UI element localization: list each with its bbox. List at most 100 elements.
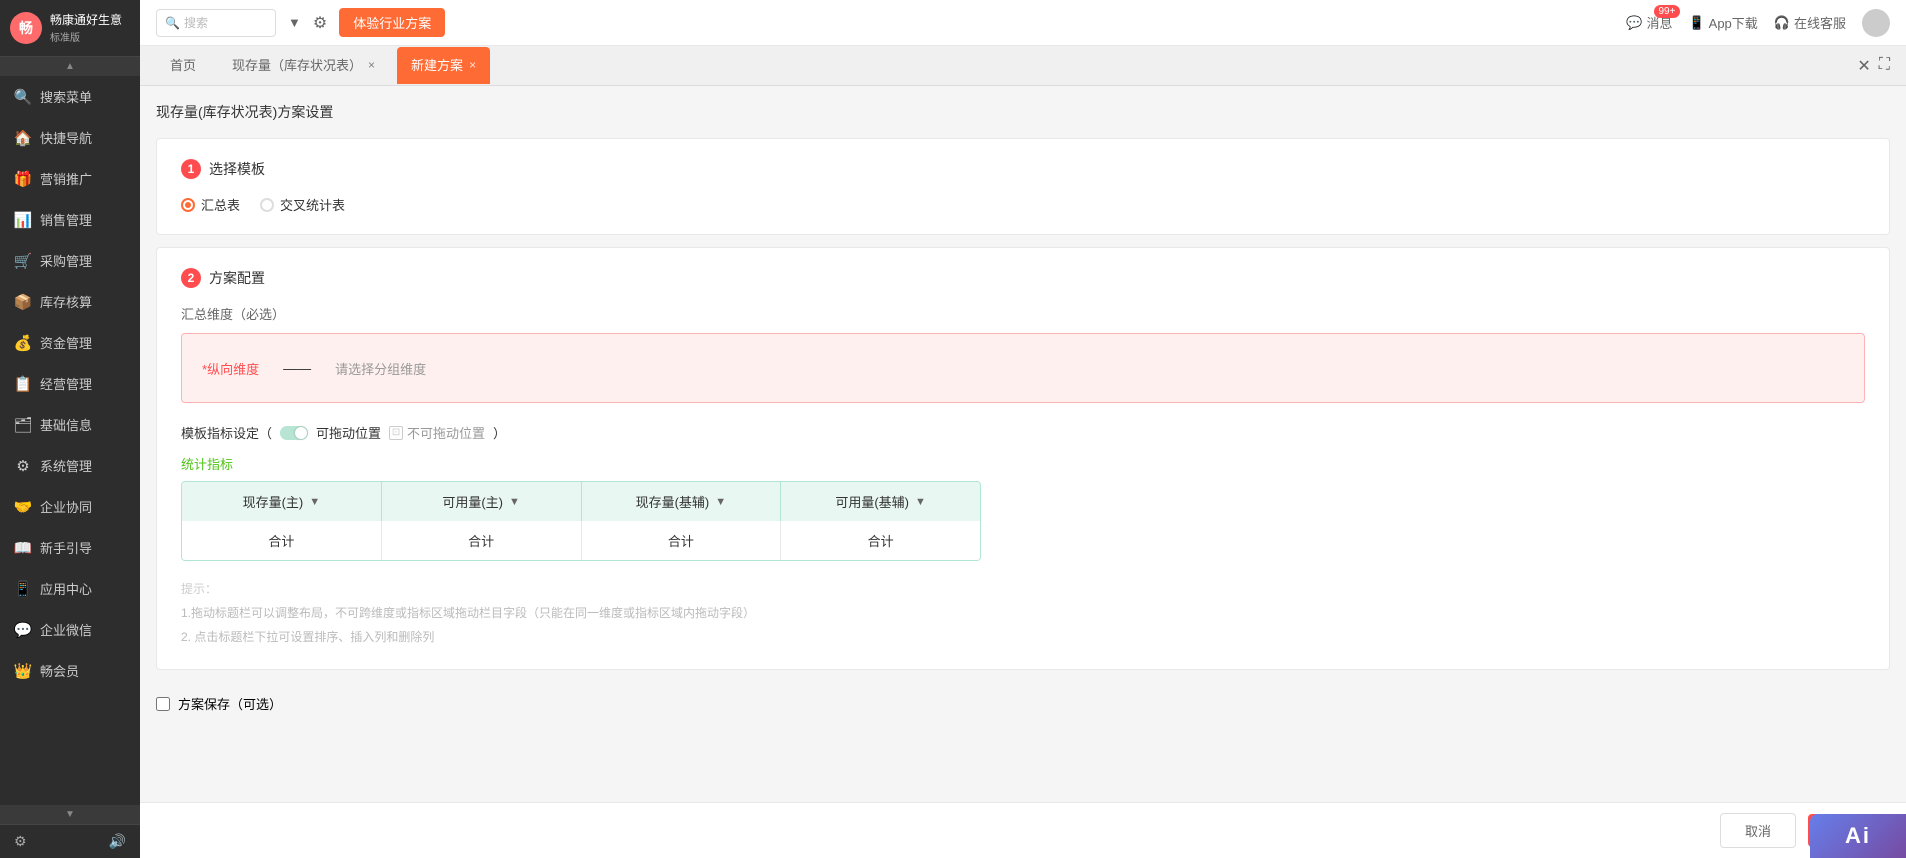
sidebar-item-operations[interactable]: 📋 经营管理 bbox=[0, 363, 140, 404]
sidebar-item-label: 企业协同 bbox=[40, 497, 92, 516]
ai-badge: Ai bbox=[1810, 814, 1906, 858]
dim-placeholder[interactable]: 请选择分组维度 bbox=[335, 359, 426, 378]
vertical-dim-label: 纵向维度 bbox=[207, 362, 259, 377]
avatar bbox=[1862, 9, 1890, 37]
stats-table: 现存量(主) ▼ 可用量(主) ▼ 现存量(基辅) ▼ 可用量(基辅) bbox=[181, 481, 981, 561]
step1-num: 1 bbox=[181, 159, 201, 179]
tab-inventory-close-icon[interactable]: × bbox=[368, 58, 375, 72]
radio-summary-dot bbox=[181, 198, 195, 212]
enterprise-icon: 🤝 bbox=[14, 498, 32, 516]
tab-new-scheme-close-icon[interactable]: × bbox=[469, 58, 476, 72]
sidebar-item-basic-info[interactable]: 🗂 基础信息 bbox=[0, 404, 140, 445]
app-download-icon: 📱 bbox=[1688, 15, 1704, 31]
topbar-left: 🔍 搜索 ▼ ⚙ 体验行业方案 bbox=[156, 8, 445, 37]
tab-new-scheme[interactable]: 新建方案 × bbox=[397, 47, 490, 84]
sidebar-item-marketing[interactable]: 🎁 营销推广 bbox=[0, 158, 140, 199]
sales-icon: 📊 bbox=[14, 211, 32, 229]
non-drag-icon: ⊡ bbox=[389, 426, 403, 440]
tab-home[interactable]: 首页 bbox=[156, 47, 210, 84]
sidebar-item-app-center[interactable]: 📱 应用中心 bbox=[0, 568, 140, 609]
trial-button[interactable]: 体验行业方案 bbox=[339, 8, 445, 37]
newbie-icon: 📖 bbox=[14, 539, 32, 557]
col-current-aux-caret[interactable]: ▼ bbox=[715, 496, 726, 508]
search-menu-icon: 🔍 bbox=[14, 88, 32, 106]
app-download-label: App下载 bbox=[1709, 13, 1758, 32]
user-area[interactable] bbox=[1862, 9, 1890, 37]
save-label: 方案保存（可选） bbox=[178, 694, 282, 713]
sidebar-item-finance[interactable]: 💰 资金管理 bbox=[0, 322, 140, 363]
step2-card: 2 方案配置 汇总维度（必选） *纵向维度 —— 请选择分组维度 模板指标设定（… bbox=[156, 247, 1890, 670]
sidebar-item-vip[interactable]: 👑 畅会员 bbox=[0, 650, 140, 691]
stats-body-available-main: 合计 bbox=[382, 521, 582, 560]
search-box[interactable]: 🔍 搜索 bbox=[156, 9, 276, 37]
app-logo: 畅 畅康通好生意 标准版 bbox=[0, 0, 140, 57]
sidebar-item-quick-nav[interactable]: 🏠 快捷导航 bbox=[0, 117, 140, 158]
sidebar-item-label: 采购管理 bbox=[40, 251, 92, 270]
radio-crosstab[interactable]: 交叉统计表 bbox=[260, 195, 345, 214]
sidebar-item-inventory[interactable]: 📦 库存核算 bbox=[0, 281, 140, 322]
sidebar-item-label: 营销推广 bbox=[40, 169, 92, 188]
topbar: 🔍 搜索 ▼ ⚙ 体验行业方案 💬 消息 99+ 📱 App下载 🎧 在线客服 bbox=[140, 0, 1906, 46]
sidebar-item-enterprise[interactable]: 🤝 企业协同 bbox=[0, 486, 140, 527]
messages-button[interactable]: 💬 消息 99+ bbox=[1626, 13, 1672, 32]
expand-panel-icon[interactable]: ⛶ bbox=[1879, 56, 1890, 76]
basic-info-icon: 🗂 bbox=[14, 416, 32, 434]
template-config-section: 模板指标设定（ 可拖动位置 ⊡ 不可拖动位置 ） 统计指标 现存量( bbox=[181, 423, 1865, 561]
col-current-main-caret[interactable]: ▼ bbox=[309, 496, 320, 508]
stats-table-header: 现存量(主) ▼ 可用量(主) ▼ 现存量(基辅) ▼ 可用量(基辅) bbox=[182, 482, 980, 521]
stats-col-available-main[interactable]: 可用量(主) ▼ bbox=[382, 482, 582, 521]
summary-dim-label: 汇总维度（必选） bbox=[181, 304, 1865, 323]
sidebar-scroll-up[interactable]: ▲ bbox=[0, 57, 140, 76]
non-draggable-label: 不可拖动位置 bbox=[407, 423, 485, 442]
topbar-dropdown[interactable]: ▼ bbox=[288, 15, 301, 30]
col-current-aux-label: 现存量(基辅) bbox=[636, 492, 710, 511]
save-checkbox[interactable] bbox=[156, 697, 170, 711]
app-name: 畅康通好生意 bbox=[50, 12, 122, 29]
message-icon: 💬 bbox=[1626, 15, 1642, 31]
sidebar-item-search-menu[interactable]: 🔍 搜索菜单 bbox=[0, 76, 140, 117]
finance-icon: 💰 bbox=[14, 334, 32, 352]
corp-wechat-icon: 💬 bbox=[14, 621, 32, 639]
online-service-button[interactable]: 🎧 在线客服 bbox=[1774, 13, 1846, 32]
sidebar-item-sys-manage[interactable]: ⚙ 系统管理 bbox=[0, 445, 140, 486]
topbar-right: 💬 消息 99+ 📱 App下载 🎧 在线客服 bbox=[1626, 9, 1890, 37]
app-edition: 标准版 bbox=[50, 29, 122, 44]
dim-arrow: —— bbox=[283, 360, 311, 376]
vertical-dim-required: *纵向维度 bbox=[202, 359, 259, 378]
radio-summary[interactable]: 汇总表 bbox=[181, 195, 240, 214]
main-area: 🔍 搜索 ▼ ⚙ 体验行业方案 💬 消息 99+ 📱 App下载 🎧 在线客服 bbox=[140, 0, 1906, 858]
stats-col-current-main[interactable]: 现存量(主) ▼ bbox=[182, 482, 382, 521]
app-download-button[interactable]: 📱 App下载 bbox=[1688, 13, 1757, 32]
non-draggable-indicator: ⊡ 不可拖动位置 bbox=[389, 423, 485, 442]
operations-icon: 📋 bbox=[14, 375, 32, 393]
audio-icon[interactable]: 🔊 bbox=[109, 833, 126, 850]
sidebar-item-sales[interactable]: 📊 销售管理 bbox=[0, 199, 140, 240]
close-panel-icon[interactable]: ✕ bbox=[1857, 56, 1870, 76]
sidebar-scroll-down[interactable]: ▼ bbox=[0, 805, 140, 824]
settings-icon[interactable]: ⚙ bbox=[14, 833, 27, 850]
sidebar-item-label: 应用中心 bbox=[40, 579, 92, 598]
tab-inventory-status[interactable]: 现存量（库存状况表） × bbox=[218, 47, 389, 84]
tab-inventory-status-label: 现存量（库存状况表） bbox=[232, 55, 362, 74]
inventory-icon: 📦 bbox=[14, 293, 32, 311]
sidebar-item-label: 经营管理 bbox=[40, 374, 92, 393]
sys-manage-icon: ⚙ bbox=[14, 457, 32, 475]
step2-title: 方案配置 bbox=[209, 268, 265, 288]
radio-crosstab-label: 交叉统计表 bbox=[280, 195, 345, 214]
stats-col-current-aux[interactable]: 现存量(基辅) ▼ bbox=[582, 482, 782, 521]
sidebar-item-newbie[interactable]: 📖 新手引导 bbox=[0, 527, 140, 568]
online-service-label: 在线客服 bbox=[1794, 13, 1846, 32]
footer-bar: 取消 查询 bbox=[140, 802, 1906, 858]
col-available-aux-caret[interactable]: ▼ bbox=[915, 496, 926, 508]
save-row: 方案保存（可选） bbox=[156, 682, 1890, 725]
cancel-button[interactable]: 取消 bbox=[1720, 813, 1796, 848]
stats-col-available-aux[interactable]: 可用量(基辅) ▼ bbox=[781, 482, 980, 521]
sidebar-item-label: 销售管理 bbox=[40, 210, 92, 229]
step1-card: 1 选择模板 汇总表 交叉统计表 bbox=[156, 138, 1890, 235]
draggable-dot bbox=[295, 427, 307, 439]
sidebar-item-corp-wechat[interactable]: 💬 企业微信 bbox=[0, 609, 140, 650]
topbar-gear-icon[interactable]: ⚙ bbox=[313, 13, 327, 33]
col-available-main-caret[interactable]: ▼ bbox=[509, 496, 520, 508]
col-available-aux-label: 可用量(基辅) bbox=[835, 492, 909, 511]
sidebar-item-purchase[interactable]: 🛒 采购管理 bbox=[0, 240, 140, 281]
